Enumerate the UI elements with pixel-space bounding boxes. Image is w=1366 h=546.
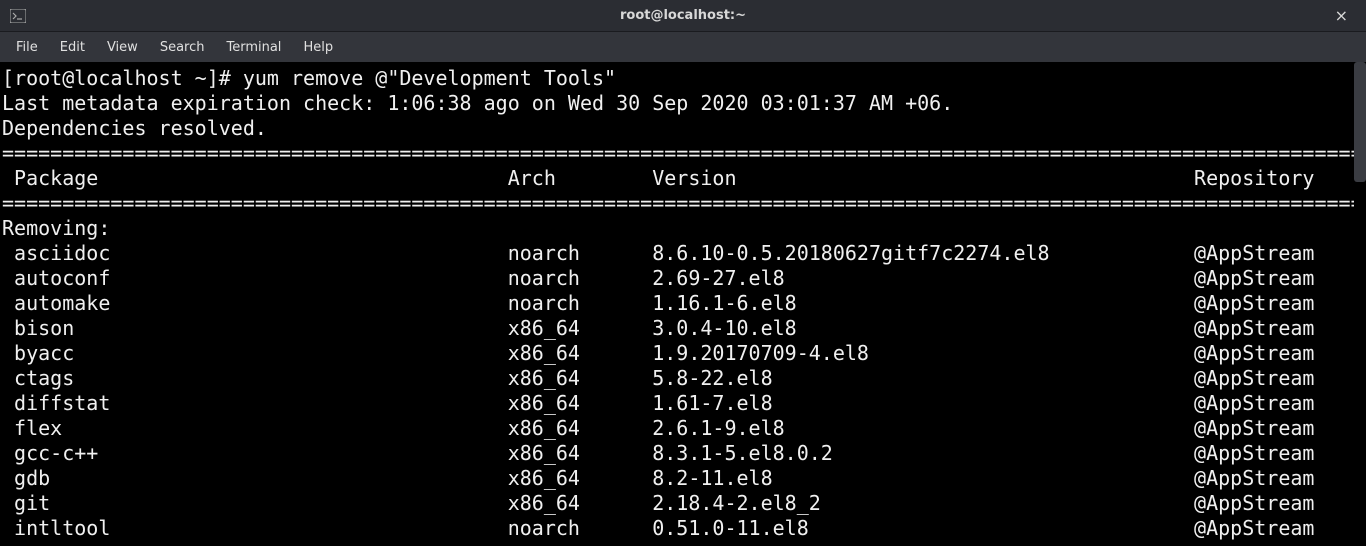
menu-help[interactable]: Help xyxy=(293,36,343,59)
scrollbar-thumb[interactable] xyxy=(1354,62,1366,182)
terminal-output[interactable]: [root@localhost ~]# yum remove @"Develop… xyxy=(0,62,1366,546)
window-title: root@localhost:~ xyxy=(620,8,746,23)
menu-file[interactable]: File xyxy=(6,36,48,59)
menu-bar: File Edit View Search Terminal Help xyxy=(0,32,1366,62)
menu-edit[interactable]: Edit xyxy=(50,36,95,59)
window-titlebar: root@localhost:~ × xyxy=(0,0,1366,32)
scrollbar[interactable] xyxy=(1354,62,1366,546)
menu-view[interactable]: View xyxy=(97,36,148,59)
menu-terminal[interactable]: Terminal xyxy=(216,36,291,59)
terminal-icon xyxy=(8,8,28,24)
menu-search[interactable]: Search xyxy=(150,36,215,59)
close-button[interactable]: × xyxy=(1327,2,1356,29)
